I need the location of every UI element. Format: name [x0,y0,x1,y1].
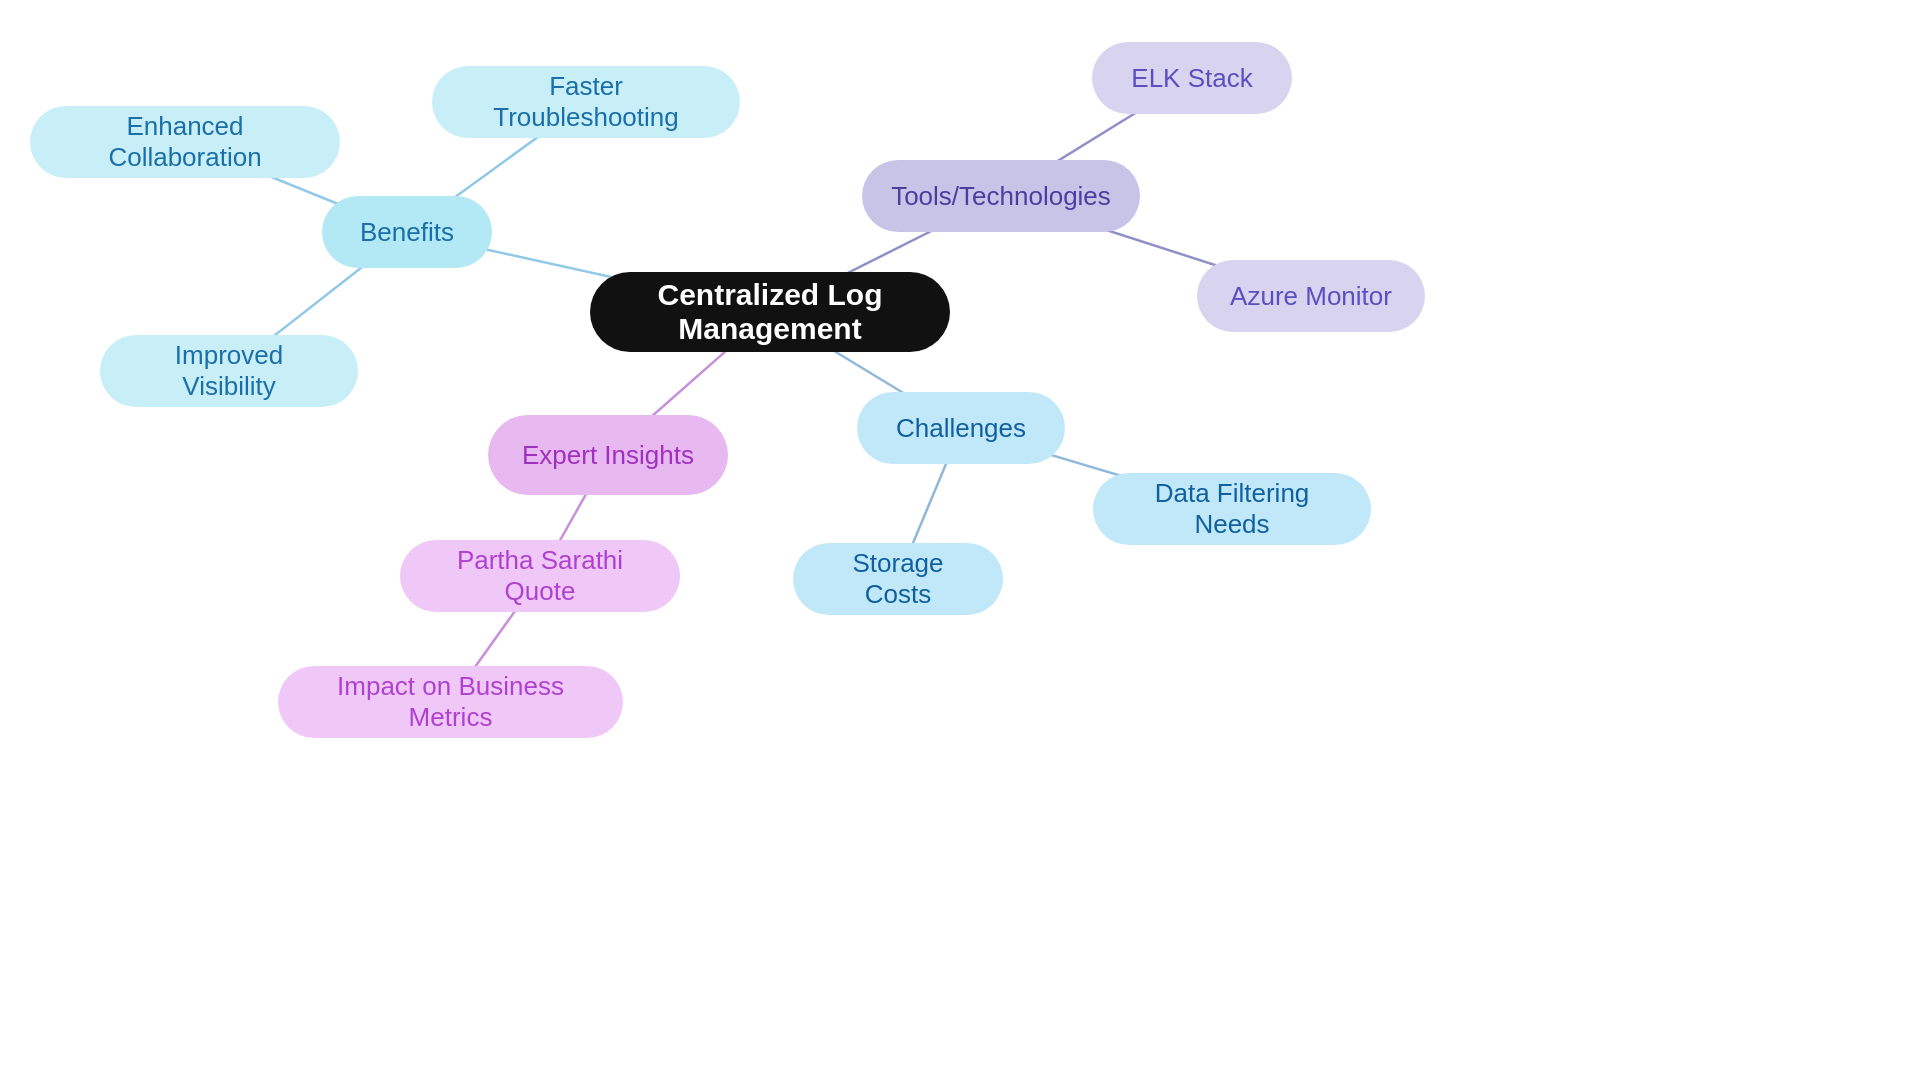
expert-insights-label: Expert Insights [522,440,694,471]
center-node[interactable]: Centralized Log Management [590,272,950,352]
improved-visibility-label: Improved Visibility [128,340,330,402]
elk-stack-node[interactable]: ELK Stack [1092,42,1292,114]
tools-tech-node[interactable]: Tools/Technologies [862,160,1140,232]
enhanced-collaboration-label: Enhanced Collaboration [58,111,312,173]
challenges-node[interactable]: Challenges [857,392,1065,464]
enhanced-collaboration-node[interactable]: Enhanced Collaboration [30,106,340,178]
faster-troubleshooting-label: Faster Troubleshooting [460,71,712,133]
storage-costs-node[interactable]: Storage Costs [793,543,1003,615]
tools-tech-label: Tools/Technologies [891,181,1111,212]
azure-monitor-label: Azure Monitor [1230,281,1392,312]
data-filtering-label: Data Filtering Needs [1121,478,1343,540]
faster-troubleshooting-node[interactable]: Faster Troubleshooting [432,66,740,138]
azure-monitor-node[interactable]: Azure Monitor [1197,260,1425,332]
partha-sarathi-label: Partha Sarathi Quote [428,545,652,607]
mindmap-container: Centralized Log Management Benefits Enha… [0,0,1920,1083]
expert-insights-node[interactable]: Expert Insights [488,415,728,495]
data-filtering-node[interactable]: Data Filtering Needs [1093,473,1371,545]
impact-business-node[interactable]: Impact on Business Metrics [278,666,623,738]
impact-business-label: Impact on Business Metrics [306,671,595,733]
elk-stack-label: ELK Stack [1131,63,1252,94]
center-label: Centralized Log Management [618,278,922,346]
storage-costs-label: Storage Costs [821,548,975,610]
improved-visibility-node[interactable]: Improved Visibility [100,335,358,407]
partha-sarathi-node[interactable]: Partha Sarathi Quote [400,540,680,612]
challenges-label: Challenges [896,413,1026,444]
benefits-node[interactable]: Benefits [322,196,492,268]
benefits-label: Benefits [360,217,454,248]
